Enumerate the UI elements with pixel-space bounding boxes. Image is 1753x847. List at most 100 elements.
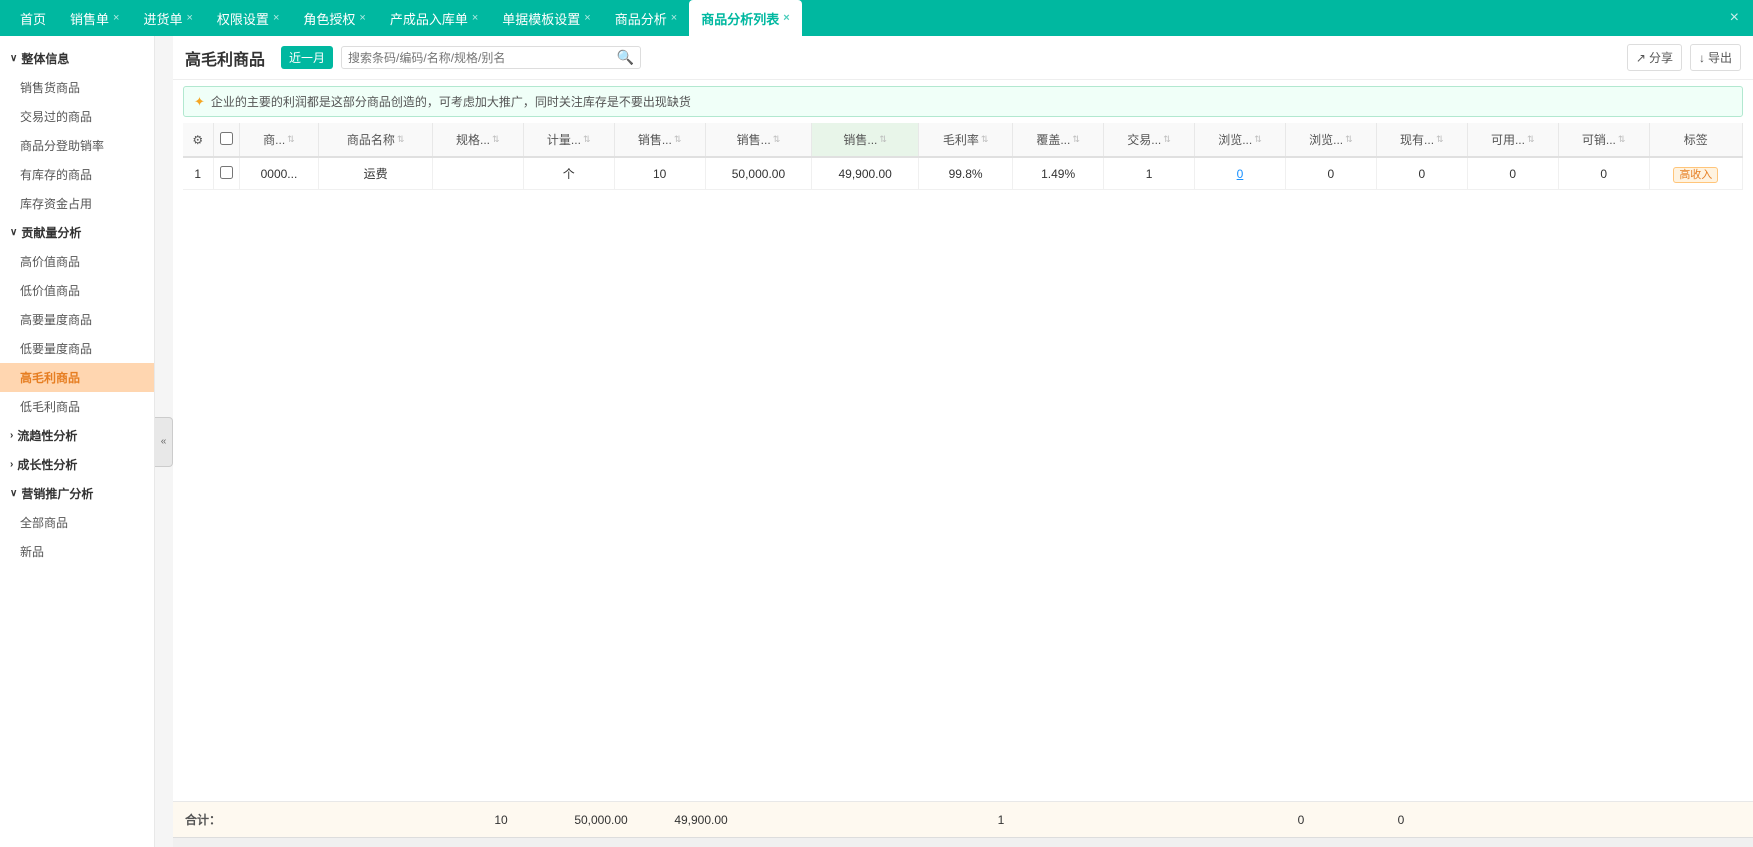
footer-bar: 合计： 10 50,000.00 49,900.00 1 0 0 xyxy=(173,801,1753,837)
nav-role[interactable]: 角色授权 × xyxy=(291,0,377,36)
nav-product-analysis-list-close[interactable]: × xyxy=(783,12,789,24)
share-icon: ↗ xyxy=(1636,51,1646,65)
sidebar-item-high-margin[interactable]: 高毛利商品 xyxy=(0,363,154,392)
col-sales1[interactable]: 销售...⇅ xyxy=(614,123,705,157)
nav-product-stock[interactable]: 产成品入库单 × xyxy=(378,0,490,36)
row-sales1: 10 xyxy=(614,157,705,190)
sidebar-item-high-value[interactable]: 高价值商品 xyxy=(0,247,154,276)
nav-template-close[interactable]: × xyxy=(584,12,590,24)
content-header: 高毛利商品 近一月 🔍 ↗ 分享 ↓ 导出 xyxy=(173,36,1753,80)
col-gross-rate[interactable]: 毛利率⇅ xyxy=(919,123,1013,157)
col-sales3[interactable]: 销售...⇅ xyxy=(812,123,919,157)
sidebar-group-overall[interactable]: ∨ 整体信息 xyxy=(0,44,154,73)
col-checkbox xyxy=(213,123,239,157)
nav-purchase-close[interactable]: × xyxy=(186,12,192,24)
sidebar-item-assist-sales[interactable]: 商品分登助销率 xyxy=(0,131,154,160)
row-spec xyxy=(432,157,523,190)
window-close-btn[interactable]: × xyxy=(1724,9,1745,27)
export-button[interactable]: ↓ 导出 xyxy=(1690,44,1741,71)
sidebar-item-traded-goods[interactable]: 交易过的商品 xyxy=(0,102,154,131)
footer-sales3: 49,900.00 xyxy=(661,813,741,827)
table-row: 1 0000... 运费 个 10 50,000.00 49,900.00 99… xyxy=(183,157,1743,190)
content-area: 高毛利商品 近一月 🔍 ↗ 分享 ↓ 导出 ✦ 企业的主要的利润都是这部分商品创… xyxy=(173,36,1753,847)
row-sales2: 50,000.00 xyxy=(705,157,812,190)
nav-template[interactable]: 单据模板设置 × xyxy=(490,0,602,36)
nav-product-stock-close[interactable]: × xyxy=(472,12,478,24)
nav-product-analysis-close[interactable]: × xyxy=(671,12,677,24)
col-tag[interactable]: 标签 xyxy=(1649,123,1742,157)
row-check[interactable] xyxy=(220,166,233,179)
col-available[interactable]: 可用...⇅ xyxy=(1467,123,1558,157)
footer-label: 合计： xyxy=(185,811,221,828)
row-seq: 1 xyxy=(183,157,213,190)
sidebar-group-contribution[interactable]: ∨ 贡献量分析 xyxy=(0,218,154,247)
search-box: 🔍 xyxy=(341,46,641,69)
nav-permission[interactable]: 权限设置 × xyxy=(205,0,291,36)
col-sales2[interactable]: 销售...⇅ xyxy=(705,123,812,157)
nav-home[interactable]: 首页 xyxy=(8,0,58,36)
horizontal-scrollbar[interactable] xyxy=(173,837,1753,847)
share-button[interactable]: ↗ 分享 xyxy=(1627,44,1682,71)
sidebar-group-marketing[interactable]: ∨ 营销推广分析 xyxy=(0,479,154,508)
sidebar-collapse-button[interactable]: « xyxy=(155,417,173,467)
footer-transaction: 1 xyxy=(961,813,1041,827)
col-saleable[interactable]: 可销...⇅ xyxy=(1558,123,1649,157)
data-table: ⚙ 商...⇅ 商品名称⇅ 规格...⇅ 计量...⇅ 销售...⇅ 销售...… xyxy=(183,123,1743,190)
sidebar-item-low-freq[interactable]: 低要量度商品 xyxy=(0,334,154,363)
col-unit[interactable]: 计量...⇅ xyxy=(523,123,614,157)
sidebar-item-all-goods[interactable]: 全部商品 xyxy=(0,508,154,537)
sidebar-item-in-stock[interactable]: 有库存的商品 xyxy=(0,160,154,189)
footer-sales2: 50,000.00 xyxy=(561,813,641,827)
col-settings[interactable]: ⚙ xyxy=(183,123,213,157)
nav-product-analysis[interactable]: 商品分析 × xyxy=(603,0,689,36)
col-transaction[interactable]: 交易...⇅ xyxy=(1104,123,1195,157)
sidebar-item-new-goods[interactable]: 新品 xyxy=(0,537,154,566)
date-filter-button[interactable]: 近一月 xyxy=(281,46,333,69)
export-icon: ↓ xyxy=(1699,51,1705,65)
row-coverage: 1.49% xyxy=(1013,157,1104,190)
sidebar-group-overall-arrow: ∨ xyxy=(10,53,17,64)
nav-product-analysis-list[interactable]: 商品分析列表 × xyxy=(689,0,801,36)
tip-text: 企业的主要的利润都是这部分商品创造的，可考虑加大推广，同时关注库存是不要出现缺货 xyxy=(211,93,691,110)
tip-bar: ✦ 企业的主要的利润都是这部分商品创造的，可考虑加大推广，同时关注库存是不要出现… xyxy=(183,86,1743,117)
sidebar: ∨ 整体信息 销售货商品 交易过的商品 商品分登助销率 有库存的商品 库存资金占… xyxy=(0,36,155,847)
sidebar-item-sales-goods[interactable]: 销售货商品 xyxy=(0,73,154,102)
nav-sales-close[interactable]: × xyxy=(113,12,119,24)
row-checkbox xyxy=(213,157,239,190)
col-browse2[interactable]: 浏览...⇅ xyxy=(1285,123,1376,157)
footer-available: 0 xyxy=(1361,813,1441,827)
row-browse1[interactable]: 0 xyxy=(1195,157,1286,190)
nav-permission-close[interactable]: × xyxy=(273,12,279,24)
nav-sales[interactable]: 销售单 × xyxy=(58,0,131,36)
sidebar-group-growth-arrow: › xyxy=(10,459,13,470)
footer-current: 0 xyxy=(1261,813,1341,827)
sidebar-item-high-freq[interactable]: 高要量度商品 xyxy=(0,305,154,334)
row-tag: 高收入 xyxy=(1649,157,1742,190)
settings-icon: ⚙ xyxy=(192,133,203,147)
nav-purchase[interactable]: 进货单 × xyxy=(131,0,204,36)
sidebar-item-stock-capital[interactable]: 库存资金占用 xyxy=(0,189,154,218)
sidebar-item-low-value[interactable]: 低价值商品 xyxy=(0,276,154,305)
col-spec[interactable]: 规格...⇅ xyxy=(432,123,523,157)
col-current[interactable]: 现有...⇅ xyxy=(1376,123,1467,157)
col-code[interactable]: 商...⇅ xyxy=(239,123,319,157)
sidebar-group-growth[interactable]: › 成长性分析 xyxy=(0,450,154,479)
row-available: 0 xyxy=(1467,157,1558,190)
sidebar-group-trend[interactable]: › 流趋性分析 xyxy=(0,421,154,450)
row-saleable: 0 xyxy=(1558,157,1649,190)
nav-role-close[interactable]: × xyxy=(359,12,365,24)
row-gross-rate: 99.8% xyxy=(919,157,1013,190)
top-navigation: 首页 销售单 × 进货单 × 权限设置 × 角色授权 × 产成品入库单 × 单据… xyxy=(0,0,1753,36)
row-code: 0000... xyxy=(239,157,319,190)
col-coverage[interactable]: 覆盖...⇅ xyxy=(1013,123,1104,157)
tip-icon: ✦ xyxy=(194,94,205,110)
col-name[interactable]: 商品名称⇅ xyxy=(319,123,432,157)
sidebar-item-low-margin[interactable]: 低毛利商品 xyxy=(0,392,154,421)
col-browse1[interactable]: 浏览...⇅ xyxy=(1195,123,1286,157)
search-input[interactable] xyxy=(348,51,617,65)
page-title: 高毛利商品 xyxy=(185,46,265,70)
select-all-checkbox[interactable] xyxy=(220,132,233,145)
row-sales3: 49,900.00 xyxy=(812,157,919,190)
search-icon[interactable]: 🔍 xyxy=(617,49,634,66)
sidebar-group-trend-arrow: › xyxy=(10,430,13,441)
